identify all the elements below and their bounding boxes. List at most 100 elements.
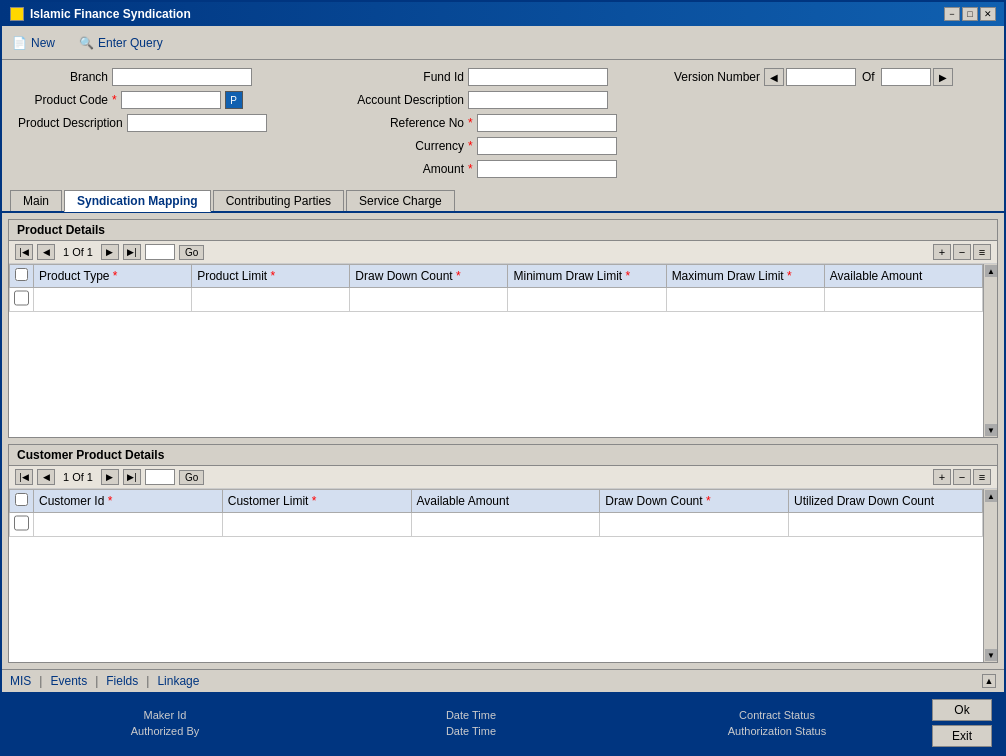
account-description-input[interactable] [468,91,608,109]
tab-main[interactable]: Main [10,190,62,211]
pd-add-button[interactable]: + [933,244,951,260]
table-row [10,513,983,537]
cpd-prev-button[interactable]: ◀ [37,469,55,485]
cpd-available-amount-input[interactable] [416,517,596,533]
enter-query-button[interactable]: 🔍 Enter Query [75,34,167,52]
pd-max-draw-limit-input[interactable] [671,292,820,308]
product-details-table: Product Type * Product Limit * Draw Down… [9,264,983,312]
main-window: Islamic Finance Syndication − □ ✕ 📄 New … [0,0,1006,756]
cpd-utilized-draw-down-input[interactable] [793,517,978,533]
scroll-up-button[interactable]: ▲ [982,674,996,688]
nav-mis[interactable]: MIS [10,674,31,688]
maker-id-label: Maker Id [14,709,316,721]
currency-input[interactable] [477,137,617,155]
pd-next-button[interactable]: ▶ [101,244,119,260]
amount-label: Amount [344,162,464,176]
cpd-first-button[interactable]: |◀ [15,469,33,485]
product-details-section: Product Details |◀ ◀ 1 Of 1 ▶ ▶| Go + − … [8,219,998,438]
close-button[interactable]: ✕ [980,7,996,21]
version-next-button[interactable]: ▶ [933,68,953,86]
fund-id-input[interactable] [468,68,608,86]
new-label: New [31,36,55,50]
pd-pagination: 1 Of 1 [59,246,97,258]
pd-col-product-type: Product Type * [34,265,192,288]
minimize-button[interactable]: − [944,7,960,21]
pd-scrollbar[interactable]: ▲ ▼ [983,264,997,437]
status-bar: Maker Id Authorized By Date Time Date Ti… [2,692,1004,754]
account-desc-label: Account Description [344,93,464,107]
reference-no-input[interactable] [477,114,617,132]
pd-product-limit-input[interactable] [196,292,345,308]
authorized-by-label: Authorized By [14,725,316,737]
pd-menu-button[interactable]: ≡ [973,244,991,260]
customer-details-table: Customer Id * Customer Limit * Available… [9,489,983,537]
cpd-menu-button[interactable]: ≡ [973,469,991,485]
pd-col-available-amount: Available Amount [824,265,982,288]
window-title: Islamic Finance Syndication [30,7,191,21]
new-button[interactable]: 📄 New [8,34,59,52]
customer-product-details-section: Customer Product Details |◀ ◀ 1 Of 1 ▶ ▶… [8,444,998,663]
cpd-add-button[interactable]: + [933,469,951,485]
date-time-label2: Date Time [320,725,622,737]
cpd-scrollbar[interactable]: ▲ ▼ [983,489,997,662]
product-details-header: Product Details [9,220,997,241]
pd-select-all-checkbox[interactable] [15,268,28,281]
cpd-go-button[interactable]: Go [179,470,204,485]
product-desc-label: Product Description [18,116,123,130]
tab-contributing-parties[interactable]: Contributing Parties [213,190,344,211]
action-buttons: Ok Exit [932,699,992,747]
pd-col-min-draw-limit: Minimum Draw Limit * [508,265,666,288]
pd-min-draw-limit-input[interactable] [512,292,661,308]
status-cell: Contract Status Authorization Status [626,709,928,737]
cpd-select-all-checkbox[interactable] [15,493,28,506]
pd-product-type-input[interactable] [38,292,187,308]
nav-linkage[interactable]: Linkage [157,674,199,688]
pd-check-header [10,265,34,288]
tab-service-charge[interactable]: Service Charge [346,190,455,211]
cpd-check-header [10,490,34,513]
pd-go-button[interactable]: Go [179,245,204,260]
nav-fields[interactable]: Fields [106,674,138,688]
cpd-last-button[interactable]: ▶| [123,469,141,485]
nav-events[interactable]: Events [50,674,87,688]
version-prev-button[interactable]: ◀ [764,68,784,86]
pd-col-max-draw-limit: Maximum Draw Limit * [666,265,824,288]
product-description-input[interactable] [127,114,267,132]
pd-row-checkbox[interactable] [14,290,29,306]
pd-last-button[interactable]: ▶| [123,244,141,260]
cpd-remove-button[interactable]: − [953,469,971,485]
amount-input[interactable] [477,160,617,178]
cpd-col-utilized-draw-down: Utilized Draw Down Count [789,490,983,513]
product-code-label: Product Code [18,93,108,107]
of-label: Of [858,70,879,84]
ok-button[interactable]: Ok [932,699,992,721]
currency-label: Currency [344,139,464,153]
version-of-input[interactable] [881,68,931,86]
fund-id-label: Fund Id [344,70,464,84]
maximize-button[interactable]: □ [962,7,978,21]
cpd-col-available-amount: Available Amount [411,490,600,513]
authorization-status-label: Authorization Status [626,725,928,737]
version-number-input[interactable] [786,68,856,86]
cpd-draw-down-count-input[interactable] [604,517,784,533]
pd-remove-button[interactable]: − [953,244,971,260]
pd-draw-down-count-input[interactable] [354,292,503,308]
branch-input[interactable] [112,68,252,86]
tabs-bar: Main Syndication Mapping Contributing Pa… [2,186,1004,213]
exit-button[interactable]: Exit [932,725,992,747]
tab-syndication-mapping[interactable]: Syndication Mapping [64,190,211,212]
cpd-next-button[interactable]: ▶ [101,469,119,485]
pd-go-input[interactable] [145,244,175,260]
pd-prev-button[interactable]: ◀ [37,244,55,260]
pd-first-button[interactable]: |◀ [15,244,33,260]
pd-available-amount-input[interactable] [829,292,978,308]
cpd-customer-id-input[interactable] [38,517,218,533]
form-area: Branch Product Code * P Product Descript… [2,60,1004,186]
app-icon [10,7,24,21]
bottom-nav: MIS | Events | Fields | Linkage ▲ [2,669,1004,692]
cpd-customer-limit-input[interactable] [227,517,407,533]
product-code-input[interactable] [121,91,221,109]
cpd-go-input[interactable] [145,469,175,485]
product-code-lookup-button[interactable]: P [225,91,243,109]
cpd-row-checkbox[interactable] [14,515,29,531]
